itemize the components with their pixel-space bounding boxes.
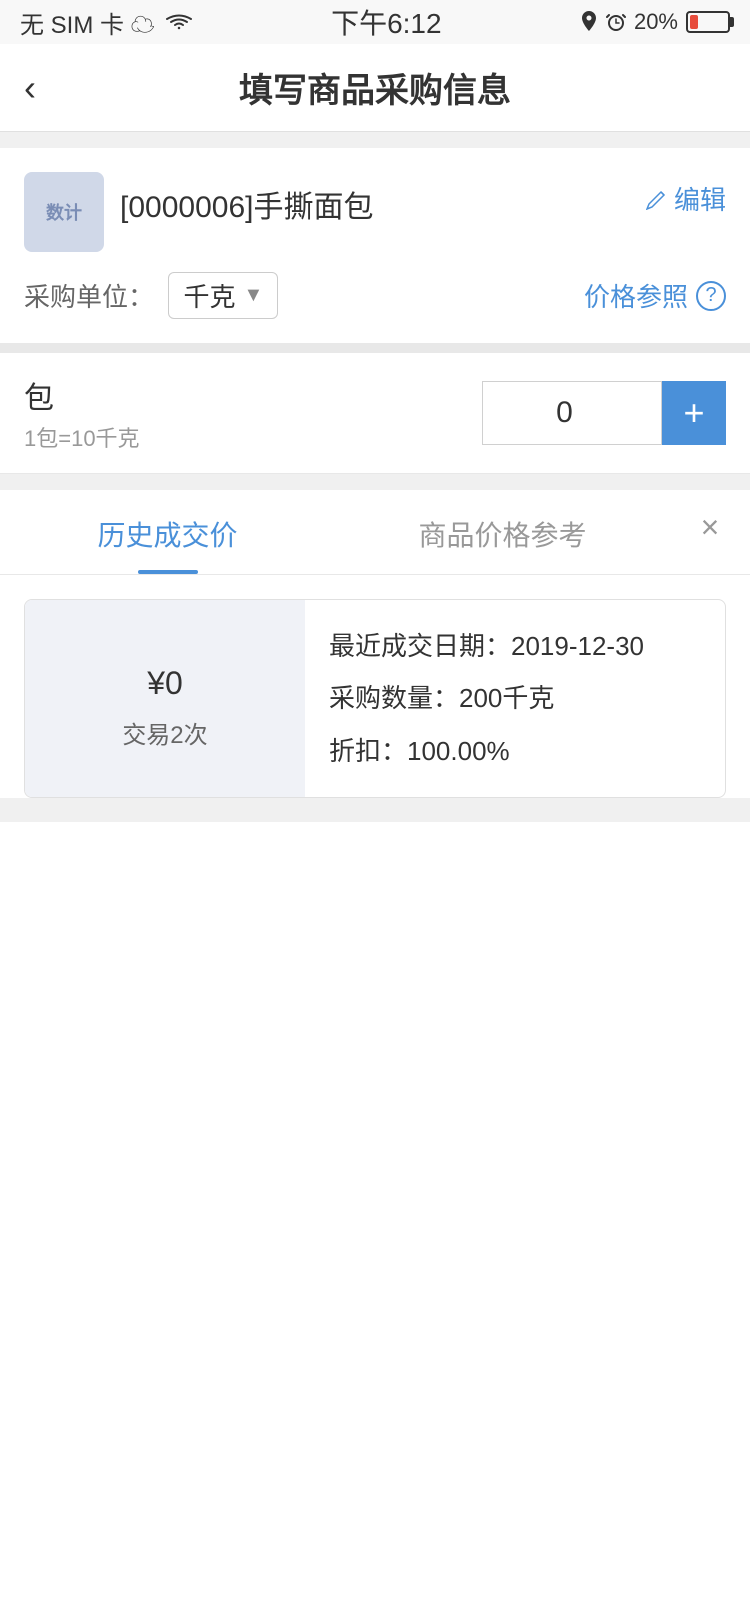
location-icon xyxy=(580,11,598,33)
sim-label: 无 SIM 卡 ☁ xyxy=(20,5,155,40)
recent-date-row: 最近成交日期：2019-12-30 xyxy=(329,628,701,664)
quantity-input-group: 0 + xyxy=(482,381,726,445)
history-card: ¥0 交易2次 最近成交日期：2019-12-30 采购数量：200千克 折扣：… xyxy=(24,599,726,798)
tabs-header: 历史成交价 商品价格参考 × xyxy=(0,490,750,575)
discount-row: 折扣：100.00% xyxy=(329,733,701,769)
history-card-right: 最近成交日期：2019-12-30 采购数量：200千克 折扣：100.00% xyxy=(305,600,725,797)
section-divider xyxy=(0,343,750,353)
alarm-icon xyxy=(606,11,626,33)
recent-date-label: 最近成交日期： xyxy=(329,631,511,661)
battery-icon xyxy=(686,11,730,33)
product-card: 数计 [0000006]手撕面包 编辑 采购单位： 千克 ▼ 价格参照 ? xyxy=(0,148,750,343)
quantity-unit: 包 xyxy=(24,373,140,417)
tab-product-price[interactable]: 商品价格参考 xyxy=(335,490,670,574)
quantity-conversion: 1包=10千克 xyxy=(24,421,140,453)
discount-label: 折扣： xyxy=(329,736,407,766)
quantity-label-group: 包 1包=10千克 xyxy=(24,373,140,453)
page-title: 填写商品采购信息 xyxy=(239,63,511,112)
currency-symbol: ¥ xyxy=(147,665,165,701)
battery-percent: 20% xyxy=(634,9,678,35)
product-info: 数计 [0000006]手撕面包 xyxy=(24,172,646,252)
price-ref-button[interactable]: 价格参照 ? xyxy=(584,277,726,314)
product-name: [0000006]手撕面包 xyxy=(120,172,373,226)
tab-history-price[interactable]: 历史成交价 xyxy=(0,490,335,574)
price-value: 0 xyxy=(165,665,183,701)
unit-arrow-icon: ▼ xyxy=(243,284,263,307)
purchase-qty-row: 采购数量：200千克 xyxy=(329,680,701,716)
purchase-qty-label: 采购数量： xyxy=(329,683,459,713)
history-times: 交易2次 xyxy=(122,715,207,750)
status-right: 20% xyxy=(580,9,730,35)
edit-label: 编辑 xyxy=(674,180,726,217)
status-bar: 无 SIM 卡 ☁ 下午6:12 20% xyxy=(0,0,750,44)
purchase-qty-value: 200千克 xyxy=(459,683,554,713)
page-body xyxy=(0,822,750,1622)
status-left: 无 SIM 卡 ☁ xyxy=(20,5,193,40)
quantity-row: 包 1包=10千克 0 + xyxy=(0,353,750,474)
logo-text: 数计 xyxy=(46,199,82,225)
edit-button[interactable]: 编辑 xyxy=(646,172,726,217)
unit-value: 千克 xyxy=(183,277,235,314)
price-ref-help-icon: ? xyxy=(696,281,726,311)
price-ref-label: 价格参照 xyxy=(584,277,688,314)
tabs-container: 历史成交价 商品价格参考 × ¥0 交易2次 最近成交日期：2019-12-30… xyxy=(0,490,750,798)
recent-date-value: 2019-12-30 xyxy=(511,631,644,661)
wifi-icon xyxy=(165,12,193,32)
unit-row: 采购单位： 千克 ▼ xyxy=(24,272,278,319)
nav-bar: ‹ 填写商品采购信息 xyxy=(0,44,750,132)
discount-value: 100.00% xyxy=(407,736,510,766)
unit-selector[interactable]: 千克 ▼ xyxy=(168,272,278,319)
quantity-plus-button[interactable]: + xyxy=(662,381,726,445)
edit-icon xyxy=(646,188,668,210)
tab-close-button[interactable]: × xyxy=(670,509,750,556)
status-time: 下午6:12 xyxy=(331,2,442,42)
history-card-left: ¥0 交易2次 xyxy=(25,600,305,797)
back-button[interactable]: ‹ xyxy=(24,67,36,109)
unit-label: 采购单位： xyxy=(24,282,154,312)
product-logo: 数计 xyxy=(24,172,104,252)
history-price: ¥0 xyxy=(147,647,183,707)
quantity-input[interactable]: 0 xyxy=(482,381,662,445)
